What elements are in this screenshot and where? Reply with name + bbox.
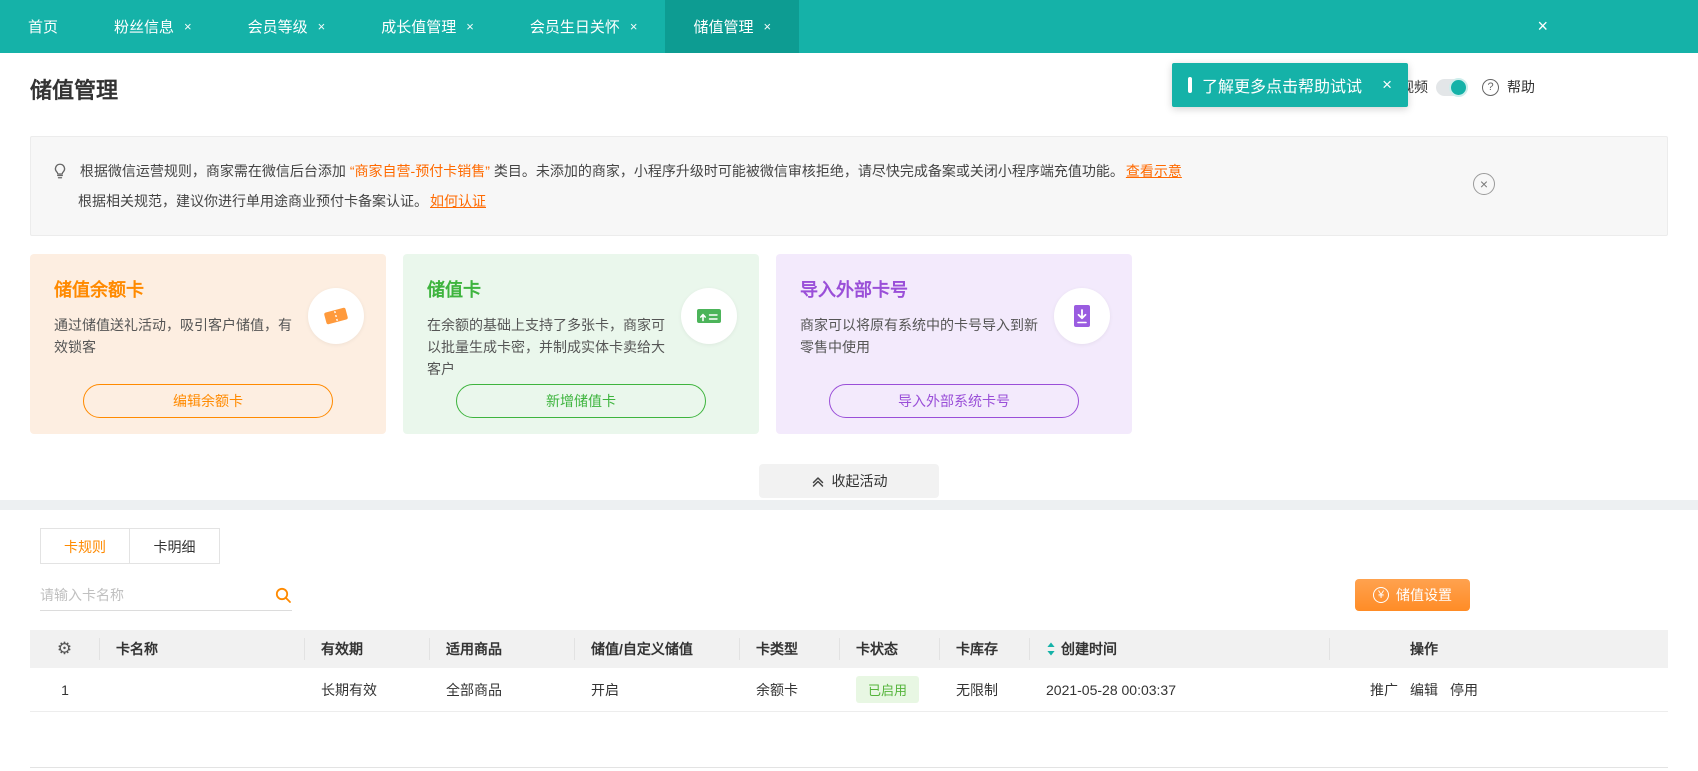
import-external-card-panel: 导入外部卡号 商家可以将原有系统中的卡号导入到新零售中使用 导入外部系统卡号 [776, 254, 1132, 434]
header-validity: 有效期 [305, 638, 430, 660]
table-header-row: ⚙ 卡名称 有效期 适用商品 储值/自定义储值 卡类型 卡状态 卡库存 创建时间… [30, 630, 1668, 668]
tab-home[interactable]: 首页 [0, 0, 86, 53]
card-desc: 在余额的基础上支持了多张卡，商家可以批量生成卡密，并制成实体卡卖给大客户 [427, 317, 665, 377]
cell-actions: 推广 编辑 停用 [1330, 680, 1668, 700]
cell-created-time: 2021-05-28 00:03:37 [1046, 681, 1176, 698]
help-label[interactable]: 帮助 [1507, 77, 1535, 97]
header-stored-value: 储值/自定义储值 [575, 638, 740, 660]
table-row: 1 长期有效 全部商品 开启 余额卡 已启用 无限制 2021-05-28 00… [30, 668, 1668, 712]
page-header: 储值管理 了解更多点击帮助试试 × 视频 ? 帮助 [0, 53, 1698, 117]
header-card-stock: 卡库存 [940, 638, 1030, 660]
help-tooltip: 了解更多点击帮助试试 × [1172, 63, 1408, 107]
tab-label: 首页 [28, 19, 59, 36]
cell-validity: 长期有效 [321, 681, 377, 698]
close-tab-icon[interactable]: × [184, 19, 192, 34]
help-tip-close-icon[interactable]: × [1382, 75, 1392, 95]
how-to-certify-link[interactable]: 如何认证 [430, 193, 486, 209]
search-icon[interactable] [274, 586, 292, 604]
toolbar: ¥ 储值设置 [40, 579, 1658, 613]
tab-label: 会员生日关怀 [529, 19, 620, 36]
cell-applicable-goods: 全部商品 [446, 681, 502, 698]
help-tip-text: 了解更多点击帮助试试 [1202, 79, 1363, 96]
card-upload-icon [681, 288, 737, 344]
cell-stored-value: 开启 [591, 681, 619, 698]
card-rules-table: ⚙ 卡名称 有效期 适用商品 储值/自定义储值 卡类型 卡状态 卡库存 创建时间… [30, 630, 1668, 712]
tab-growth-value[interactable]: 成长值管理 × [353, 0, 502, 53]
next-row-divider [30, 767, 1668, 768]
tab-label: 储值管理 [693, 19, 754, 36]
tab-card-details[interactable]: 卡明细 [130, 528, 220, 564]
notice-line-1: 根据微信运营规则，商家需在微信后台添加 “商家自营-预付卡销售” 类目。未添加的商家… [51, 158, 1647, 188]
collapse-label: 收起活动 [831, 473, 888, 489]
guide-bar-icon [1188, 77, 1193, 93]
notice-close-icon[interactable]: × [1473, 173, 1495, 195]
view-example-link[interactable]: 查看示意 [1126, 163, 1182, 179]
header-settings-cell: ⚙ [30, 638, 100, 660]
tab-member-level[interactable]: 会员等级 × [220, 0, 354, 53]
header-controls: 视频 ? 帮助 [1400, 77, 1535, 97]
cell-card-stock: 无限制 [956, 681, 998, 698]
tab-fan-info[interactable]: 粉丝信息 × [86, 0, 220, 53]
import-icon [1054, 288, 1110, 344]
close-tab-icon[interactable]: × [466, 19, 474, 34]
cell-card-type: 余额卡 [756, 681, 798, 698]
cell-card-status: 已启用 [840, 676, 940, 703]
notice-text: 根据相关规范，建议你进行单用途商业预付卡备案认证。 [78, 193, 428, 209]
close-tab-icon[interactable]: × [318, 19, 326, 34]
double-chevron-up-icon [811, 474, 825, 488]
lightbulb-icon [51, 162, 69, 188]
tab-stored-value[interactable]: 储值管理 × [665, 0, 800, 53]
cell-index: 1 [61, 681, 69, 698]
action-promote[interactable]: 推广 [1370, 680, 1398, 700]
balance-card-panel: 储值余额卡 通过储值送礼活动，吸引客户储值，有效锁客 编辑余额卡 [30, 254, 386, 434]
header-card-type: 卡类型 [740, 638, 840, 660]
video-toggle[interactable] [1436, 77, 1468, 97]
header-actions: 操作 [1410, 641, 1438, 657]
top-tab-bar: 首页 粉丝信息 × 会员等级 × 成长值管理 × 会员生日关怀 × 储值管理 ×… [0, 0, 1698, 53]
add-stored-value-card-button[interactable]: 新增储值卡 [456, 384, 706, 418]
card-desc: 通过储值送礼活动，吸引客户储值，有效锁客 [54, 317, 292, 355]
tab-birthday-care[interactable]: 会员生日关怀 × [502, 0, 666, 53]
panel-tabs: 卡规则 卡明细 [40, 528, 1698, 564]
close-tab-icon[interactable]: × [763, 19, 771, 34]
activity-cards: 储值余额卡 通过储值送礼活动，吸引客户储值，有效锁客 编辑余额卡 储值卡 在余额… [30, 254, 1668, 434]
yen-icon: ¥ [1373, 587, 1389, 603]
import-external-cards-button[interactable]: 导入外部系统卡号 [829, 384, 1079, 418]
toggle-knob-icon [1449, 77, 1468, 97]
compliance-notice: 根据微信运营规则，商家需在微信后台添加 “商家自营-预付卡销售” 类目。未添加的商家… [30, 136, 1668, 236]
close-tab-icon[interactable]: × [630, 19, 638, 34]
column-settings-icon[interactable]: ⚙ [57, 639, 72, 659]
collapse-activities-button[interactable]: 收起活动 [759, 464, 939, 498]
notice-category-text: “商家自营-预付卡销售” [349, 163, 490, 179]
stored-value-settings-button[interactable]: ¥ 储值设置 [1355, 579, 1470, 611]
search-box [40, 579, 292, 611]
card-desc: 商家可以将原有系统中的卡号导入到新零售中使用 [800, 317, 1038, 355]
header-applicable-goods: 适用商品 [430, 638, 575, 660]
action-disable[interactable]: 停用 [1450, 680, 1478, 700]
header-card-status: 卡状态 [840, 638, 940, 660]
header-created-label: 创建时间 [1061, 641, 1117, 657]
ticket-icon [308, 288, 364, 344]
stored-value-card-panel: 储值卡 在余额的基础上支持了多张卡，商家可以批量生成卡密，并制成实体卡卖给大客户… [403, 254, 759, 434]
tab-label: 成长值管理 [381, 19, 457, 36]
sort-icon[interactable] [1046, 641, 1056, 657]
app-window: 首页 粉丝信息 × 会员等级 × 成长值管理 × 会员生日关怀 × 储值管理 ×… [0, 0, 1698, 771]
close-all-tabs-icon[interactable]: × [1537, 0, 1548, 53]
notice-text: 根据微信运营规则，商家需在微信后台添加 [79, 163, 346, 179]
notice-text: 类目。未添加的商家，小程序升级时可能被微信审核拒绝，请尽快完成备案或关闭小程序端… [493, 163, 1124, 179]
notice-line-2: 根据相关规范，建议你进行单用途商业预付卡备案认证。 如何认证 [51, 188, 1647, 214]
card-rules-panel: 卡规则 卡明细 ¥ 储值设置 ⚙ 卡名称 [0, 510, 1698, 771]
header-card-name: 卡名称 [100, 638, 305, 660]
status-badge: 已启用 [856, 676, 920, 703]
tab-card-rules[interactable]: 卡规则 [40, 528, 130, 564]
main-section: 储值管理 了解更多点击帮助试试 × 视频 ? 帮助 根据微信运营规则，商家需在微… [0, 53, 1698, 500]
settings-button-label: 储值设置 [1396, 587, 1452, 603]
header-created-time: 创建时间 [1030, 638, 1330, 660]
help-icon[interactable]: ? [1482, 78, 1499, 96]
edit-balance-card-button[interactable]: 编辑余额卡 [83, 384, 333, 418]
tab-label: 粉丝信息 [114, 19, 175, 36]
tab-label: 会员等级 [247, 19, 308, 36]
search-input[interactable] [40, 586, 274, 603]
action-edit[interactable]: 编辑 [1410, 680, 1438, 700]
